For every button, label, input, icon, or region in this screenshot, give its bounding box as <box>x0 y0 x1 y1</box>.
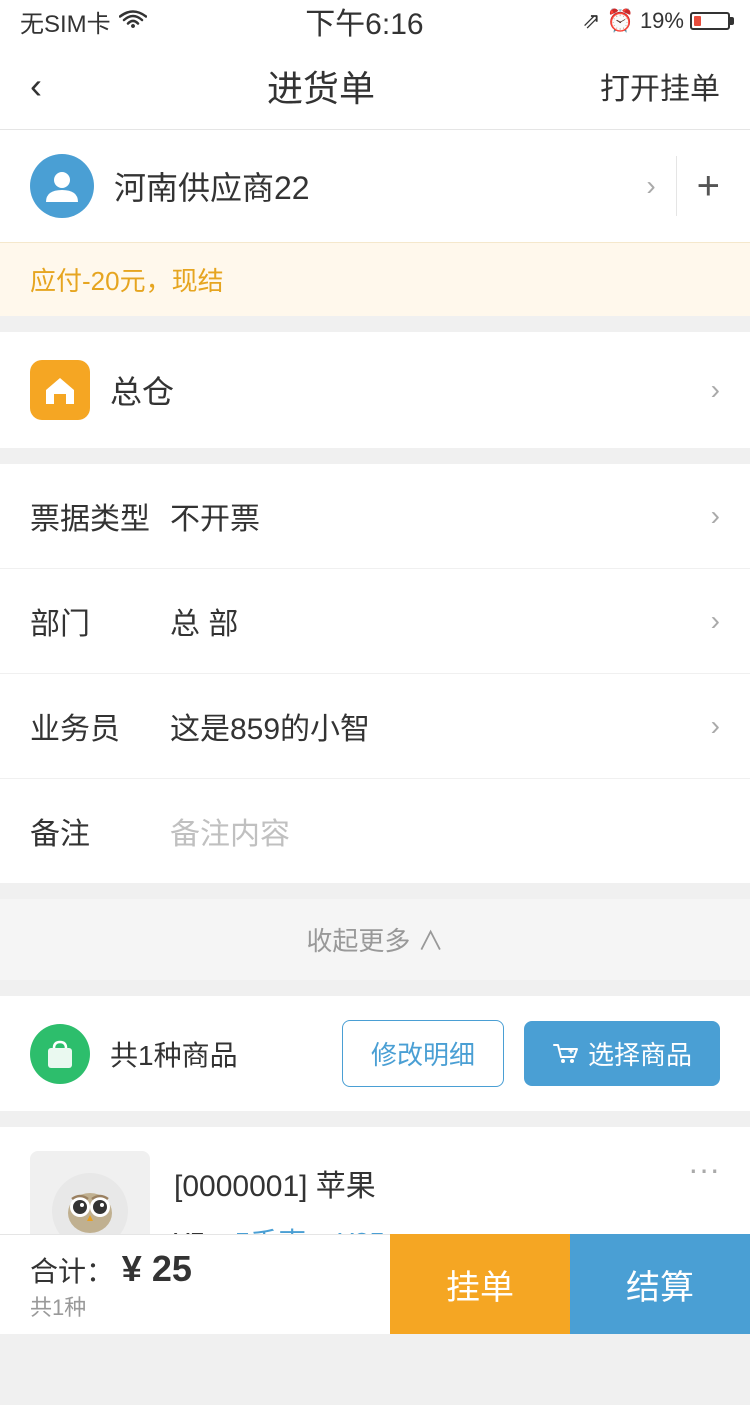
divider <box>676 156 677 216</box>
total-area: 合计： ¥ 25 共1种 <box>0 1234 390 1334</box>
staff-row[interactable]: 业务员 这是859的小智 › <box>0 673 750 778</box>
supplier-name: 河南供应商22 <box>114 163 646 209</box>
product-count-icon <box>30 1024 90 1084</box>
alarm-icon: ⏰ <box>607 8 634 34</box>
bottom-bar: 合计： ¥ 25 共1种 挂单 结算 <box>0 1234 750 1334</box>
status-left: 无SIM卡 <box>20 4 147 39</box>
warehouse-row[interactable]: 总仓 › <box>0 332 750 448</box>
product-count-text: 共1种商品 <box>110 1034 322 1074</box>
add-supplier-button[interactable]: + <box>697 164 720 209</box>
signal-text: 无SIM卡 <box>20 4 111 39</box>
bag-icon <box>42 1036 78 1072</box>
product-title: 苹果 <box>316 1170 376 1203</box>
back-button[interactable]: ‹ <box>30 65 42 107</box>
dept-row[interactable]: 部门 总 部 › <box>0 568 750 673</box>
warehouse-section: 总仓 › <box>0 332 750 448</box>
edit-detail-button[interactable]: 修改明细 <box>342 1020 504 1087</box>
checkout-button[interactable]: 结算 <box>570 1234 750 1334</box>
dept-chevron-icon: › <box>711 605 720 637</box>
supplier-avatar <box>30 154 94 218</box>
product-header: 共1种商品 修改明细 选择商品 <box>0 996 750 1111</box>
person-icon <box>42 166 82 206</box>
battery-icon <box>690 12 730 30</box>
hold-button[interactable]: 挂单 <box>390 1234 570 1334</box>
warehouse-icon <box>30 360 90 420</box>
product-name: [0000001] 苹果 <box>174 1161 664 1205</box>
home-icon <box>42 372 78 408</box>
supplier-section: 河南供应商22 › + 应付-20元，现结 <box>0 130 750 316</box>
products-section: 共1种商品 修改明细 选择商品 <box>0 996 750 1111</box>
warehouse-chevron-icon: › <box>711 374 720 406</box>
staff-chevron-icon: › <box>711 710 720 742</box>
wifi-icon <box>119 10 147 32</box>
supplier-notice: 应付-20元，现结 <box>0 242 750 316</box>
invoice-row[interactable]: 票据类型 不开票 › <box>0 464 750 568</box>
invoice-chevron-icon: › <box>711 500 720 532</box>
total-label: 合计： <box>30 1256 114 1287</box>
remark-label: 备注 <box>30 809 170 853</box>
remark-row[interactable]: 备注 备注内容 <box>0 778 750 883</box>
collapse-label: 收起更多 ∧ <box>306 921 443 958</box>
staff-label: 业务员 <box>30 704 170 748</box>
total-sub: 共1种 <box>30 1290 360 1322</box>
status-time: 下午6:16 <box>305 0 423 43</box>
dept-value: 总 部 <box>170 599 711 643</box>
supplier-row[interactable]: 河南供应商22 › + <box>0 130 750 242</box>
product-code: [0000001] <box>174 1170 316 1203</box>
cart-icon <box>552 1043 580 1065</box>
collapse-bar[interactable]: 收起更多 ∧ <box>0 899 750 980</box>
status-bar: 无SIM卡 下午6:16 ⇗ ⏰ 19% <box>0 0 750 42</box>
invoice-label: 票据类型 <box>30 494 170 538</box>
select-product-button[interactable]: 选择商品 <box>524 1021 720 1086</box>
total-amount: ¥ 25 <box>122 1248 192 1289</box>
battery-percent: 19% <box>640 8 684 34</box>
status-right: ⇗ ⏰ 19% <box>582 8 730 34</box>
invoice-value: 不开票 <box>170 494 711 538</box>
page-title: 进货单 <box>267 60 375 112</box>
product-more-button[interactable]: ··· <box>688 1151 720 1188</box>
dept-label: 部门 <box>30 599 170 643</box>
form-section: 票据类型 不开票 › 部门 总 部 › 业务员 这是859的小智 › 备注 备注… <box>0 464 750 883</box>
location-icon: ⇗ <box>582 8 600 34</box>
select-product-label: 选择商品 <box>588 1035 692 1072</box>
warehouse-name: 总仓 <box>110 367 711 413</box>
open-hold-button[interactable]: 打开挂单 <box>600 64 720 108</box>
remark-input[interactable]: 备注内容 <box>170 809 720 853</box>
supplier-chevron-icon: › <box>646 170 655 202</box>
staff-value: 这是859的小智 <box>170 704 711 748</box>
nav-bar: ‹ 进货单 打开挂单 <box>0 42 750 130</box>
total-main: 合计： ¥ 25 <box>30 1248 360 1290</box>
